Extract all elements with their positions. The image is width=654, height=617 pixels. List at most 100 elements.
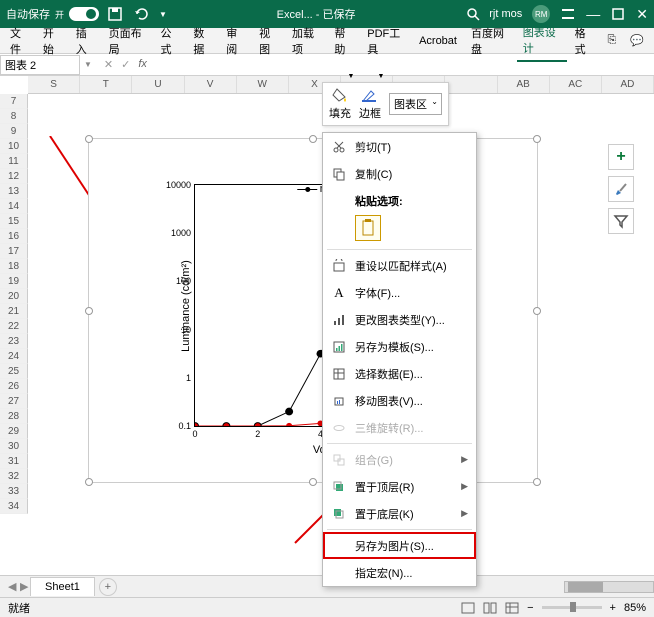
sheet-tab[interactable]: Sheet1 xyxy=(30,577,95,596)
y-axis-label-left[interactable]: Luminance (cd/m²) xyxy=(180,260,192,352)
tab-pdf[interactable]: PDF工具 xyxy=(361,21,411,61)
cancel-icon[interactable]: ✕ xyxy=(104,58,113,71)
view-normal-icon[interactable] xyxy=(461,602,475,614)
fill-button[interactable]: ▼ 填充 xyxy=(329,87,351,121)
resize-handle[interactable] xyxy=(533,135,541,143)
chart-element-select[interactable]: 图表区 ⌄ xyxy=(389,93,442,115)
col-header[interactable]: T xyxy=(80,76,132,93)
row-header[interactable]: 9 xyxy=(0,124,28,139)
tab-layout[interactable]: 页面布局 xyxy=(103,21,153,61)
tab-nav-next-icon[interactable]: ▶ xyxy=(20,580,28,593)
row-header[interactable]: 30 xyxy=(0,439,28,454)
row-header[interactable]: 27 xyxy=(0,394,28,409)
resize-handle[interactable] xyxy=(309,478,317,486)
tab-view[interactable]: 视图 xyxy=(253,21,284,61)
row-header[interactable]: 10 xyxy=(0,139,28,154)
qat-dropdown-icon[interactable]: ▼ xyxy=(159,10,167,19)
row-header[interactable]: 22 xyxy=(0,319,28,334)
row-header[interactable]: 29 xyxy=(0,424,28,439)
tab-acrobat[interactable]: Acrobat xyxy=(413,31,463,51)
row-header[interactable]: 14 xyxy=(0,199,28,214)
paste-option-button[interactable] xyxy=(355,215,381,241)
tab-help[interactable]: 帮助 xyxy=(328,21,359,61)
close-icon[interactable]: ✕ xyxy=(636,6,648,23)
zoom-out-button[interactable]: − xyxy=(527,602,533,614)
tab-nav-prev-icon[interactable]: ◀ xyxy=(8,580,16,593)
row-header[interactable]: 7 xyxy=(0,94,28,109)
resize-handle[interactable] xyxy=(85,307,93,315)
share-icon[interactable]: ⎘ xyxy=(601,34,622,47)
ctx-save-as-image[interactable]: 另存为图片(S)... xyxy=(323,532,476,559)
zoom-level[interactable]: 85% xyxy=(624,602,646,614)
row-header[interactable]: 12 xyxy=(0,169,28,184)
chart-filter-button[interactable] xyxy=(608,208,634,234)
ctx-assign-macro[interactable]: 指定宏(N)... xyxy=(323,559,476,586)
col-header[interactable]: AB xyxy=(498,76,550,93)
add-sheet-button[interactable]: + xyxy=(99,578,117,596)
row-header[interactable]: 24 xyxy=(0,349,28,364)
tab-formula[interactable]: 公式 xyxy=(154,21,185,61)
col-header[interactable]: AC xyxy=(550,76,602,93)
row-header[interactable]: 23 xyxy=(0,334,28,349)
row-header[interactable]: 13 xyxy=(0,184,28,199)
row-header[interactable]: 18 xyxy=(0,259,28,274)
namebox-dropdown-icon[interactable]: ▼ xyxy=(80,60,96,69)
chart-styles-button[interactable] xyxy=(608,176,634,202)
ctx-select-data[interactable]: 选择数据(E)... xyxy=(323,360,476,387)
ctx-cut[interactable]: 剪切(T) xyxy=(323,133,476,160)
col-header[interactable]: AD xyxy=(602,76,654,93)
ctx-reset-style[interactable]: 重设以匹配样式(A) xyxy=(323,252,476,279)
tab-baidu[interactable]: 百度网盘 xyxy=(465,21,515,61)
row-header[interactable]: 31 xyxy=(0,454,28,469)
tab-data[interactable]: 数据 xyxy=(187,21,218,61)
horizontal-scrollbar[interactable] xyxy=(564,581,654,593)
tab-format[interactable]: 格式 xyxy=(569,21,600,61)
zoom-slider[interactable] xyxy=(542,606,602,609)
autosave-toggle[interactable] xyxy=(69,7,99,21)
col-header[interactable]: V xyxy=(185,76,237,93)
ctx-copy[interactable]: 复制(C) xyxy=(323,160,476,187)
border-button[interactable]: ▼ 边框 xyxy=(359,87,381,121)
resize-handle[interactable] xyxy=(85,135,93,143)
row-header[interactable]: 33 xyxy=(0,484,28,499)
row-header[interactable]: 34 xyxy=(0,499,28,514)
ctx-save-template[interactable]: 另存为模板(S)... xyxy=(323,333,476,360)
col-header[interactable] xyxy=(445,76,497,93)
ctx-move-chart[interactable]: 移动图表(V)... xyxy=(323,387,476,414)
row-header[interactable]: 11 xyxy=(0,154,28,169)
tab-review[interactable]: 审阅 xyxy=(220,21,251,61)
resize-handle[interactable] xyxy=(309,135,317,143)
row-header[interactable]: 8 xyxy=(0,109,28,124)
resize-handle[interactable] xyxy=(85,478,93,486)
view-layout-icon[interactable] xyxy=(483,602,497,614)
chart-elements-button[interactable]: + xyxy=(608,144,634,170)
resize-handle[interactable] xyxy=(533,478,541,486)
tab-chart-design[interactable]: 图表设计 xyxy=(517,20,567,62)
row-header[interactable]: 28 xyxy=(0,409,28,424)
row-header[interactable]: 17 xyxy=(0,244,28,259)
row-header[interactable]: 19 xyxy=(0,274,28,289)
row-header[interactable]: 15 xyxy=(0,214,28,229)
row-header[interactable]: 21 xyxy=(0,304,28,319)
ctx-bring-front[interactable]: 置于顶层(R)▶ xyxy=(323,473,476,500)
fx-icon[interactable]: fx xyxy=(138,58,147,71)
comment-icon[interactable]: 💬 xyxy=(624,34,650,47)
view-pagebreak-icon[interactable] xyxy=(505,602,519,614)
row-header[interactable]: 32 xyxy=(0,469,28,484)
ctx-send-back[interactable]: 置于底层(K)▶ xyxy=(323,500,476,527)
row-header[interactable]: 16 xyxy=(0,229,28,244)
row-header[interactable]: 25 xyxy=(0,364,28,379)
resize-handle[interactable] xyxy=(533,307,541,315)
col-header[interactable]: S xyxy=(28,76,80,93)
name-box[interactable] xyxy=(0,55,80,75)
ctx-change-chart-type[interactable]: 更改图表类型(Y)... xyxy=(323,306,476,333)
row-header[interactable]: 26 xyxy=(0,379,28,394)
ctx-font[interactable]: A字体(F)... xyxy=(323,279,476,306)
maximize-icon[interactable] xyxy=(610,6,626,22)
row-header[interactable]: 20 xyxy=(0,289,28,304)
col-header[interactable]: U xyxy=(132,76,184,93)
zoom-in-button[interactable]: + xyxy=(610,602,616,614)
accept-icon[interactable]: ✓ xyxy=(121,58,130,71)
col-header[interactable]: W xyxy=(237,76,289,93)
tab-addins[interactable]: 加载项 xyxy=(286,21,326,61)
